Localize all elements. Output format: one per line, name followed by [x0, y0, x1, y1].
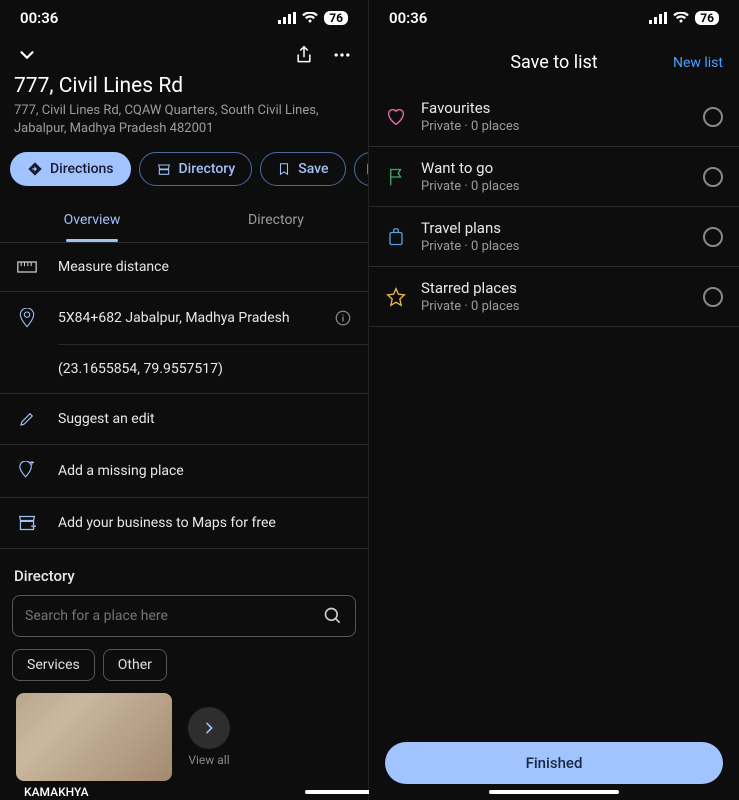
- pluscode-label: 5X84+682 Jabalpur, Madhya Pradesh: [58, 310, 290, 326]
- status-time: 00:36: [389, 9, 427, 27]
- action-chips: Directions Directory Save: [0, 148, 368, 198]
- signal-icon: [649, 12, 667, 24]
- save-to-list-panel: 00:36 76 Save to list New list Favourite…: [369, 0, 739, 800]
- bookmark-icon: [277, 161, 291, 177]
- directory-button[interactable]: Directory: [139, 152, 253, 186]
- add-business-row[interactable]: Add your business to Maps for free: [0, 498, 368, 549]
- list-name: Starred places: [421, 279, 689, 297]
- filter-services[interactable]: Services: [12, 649, 95, 681]
- next-thumb-button[interactable]: [188, 707, 230, 749]
- info-icon[interactable]: [334, 309, 352, 327]
- tabs: Overview Directory: [0, 198, 368, 243]
- suggest-edit-row[interactable]: Suggest an edit: [0, 394, 368, 445]
- flag-button[interactable]: [354, 152, 368, 186]
- home-indicator: [489, 790, 619, 794]
- status-icons: 76: [649, 11, 719, 25]
- filter-other[interactable]: Other: [103, 649, 167, 681]
- view-all-label: View all: [188, 753, 229, 767]
- flag-icon: [365, 161, 368, 177]
- save-list-travel-plans[interactable]: Travel plans Private · 0 places: [369, 207, 739, 267]
- save-list-starred[interactable]: Starred places Private · 0 places: [369, 267, 739, 327]
- measure-label: Measure distance: [58, 259, 169, 275]
- store-icon: [156, 161, 172, 177]
- add-missing-row[interactable]: Add a missing place: [0, 445, 368, 498]
- radio-button[interactable]: [703, 287, 723, 307]
- wifi-icon: [302, 12, 318, 24]
- coords-label: (23.1655854, 79.9557517): [58, 361, 223, 377]
- place-subtitle: 777, Civil Lines Rd, CQAW Quarters, Sout…: [14, 102, 354, 138]
- radio-button[interactable]: [703, 167, 723, 187]
- status-bar-left: 00:36 76: [0, 0, 368, 32]
- battery-level: 76: [695, 11, 719, 25]
- pin-icon: [16, 308, 38, 328]
- addbusiness-label: Add your business to Maps for free: [58, 515, 276, 531]
- ruler-icon: [16, 260, 38, 274]
- measure-distance-row[interactable]: Measure distance: [0, 243, 368, 292]
- list-meta: Private · 0 places: [421, 239, 689, 254]
- radio-button[interactable]: [703, 227, 723, 247]
- directory-thumb[interactable]: KAMAKHYA: [16, 693, 172, 781]
- battery-level: 76: [324, 11, 348, 25]
- add-pin-icon: [16, 461, 38, 481]
- status-bar-right: 00:36 76: [369, 0, 739, 32]
- pencil-icon: [16, 410, 38, 428]
- finished-button[interactable]: Finished: [385, 742, 723, 784]
- place-title: 777, Civil Lines Rd: [14, 74, 354, 98]
- signal-icon: [278, 12, 296, 24]
- directory-heading: Directory: [0, 549, 368, 595]
- status-icons: 76: [278, 11, 348, 25]
- list-name: Want to go: [421, 159, 689, 177]
- header-row: [0, 32, 368, 70]
- directions-button[interactable]: Directions: [10, 152, 131, 186]
- tab-overview[interactable]: Overview: [0, 198, 184, 242]
- place-title-block: 777, Civil Lines Rd 777, Civil Lines Rd,…: [0, 70, 368, 148]
- flag-icon: [385, 167, 407, 187]
- new-list-button[interactable]: New list: [673, 55, 723, 71]
- directions-icon: [27, 161, 43, 177]
- directory-label: Directory: [179, 161, 236, 177]
- thumb-label: KAMAKHYA: [24, 785, 89, 799]
- filter-chips: Services Other: [0, 637, 368, 693]
- search-icon[interactable]: [323, 606, 343, 626]
- heart-icon: [385, 108, 407, 126]
- radio-button[interactable]: [703, 107, 723, 127]
- store-add-icon: [16, 514, 38, 532]
- star-icon: [385, 287, 407, 307]
- suggest-label: Suggest an edit: [58, 411, 155, 427]
- list-meta: Private · 0 places: [421, 119, 689, 134]
- more-icon[interactable]: [332, 45, 352, 65]
- search-input[interactable]: [25, 608, 323, 624]
- wifi-icon: [673, 12, 689, 24]
- collapse-chevron-icon[interactable]: [16, 44, 38, 66]
- share-icon[interactable]: [294, 44, 314, 66]
- directory-search[interactable]: [12, 595, 356, 637]
- save-lists: Favourites Private · 0 places Want to go P…: [369, 87, 739, 327]
- addmissing-label: Add a missing place: [58, 463, 184, 479]
- save-label: Save: [298, 161, 328, 177]
- place-details-panel: 00:36 76 777, Civil Lines Rd 777, Civil …: [0, 0, 369, 800]
- suitcase-icon: [385, 227, 407, 247]
- list-name: Favourites: [421, 99, 689, 117]
- save-header: Save to list New list: [369, 32, 739, 87]
- coords-row[interactable]: (23.1655854, 79.9557517): [0, 345, 368, 394]
- list-name: Travel plans: [421, 219, 689, 237]
- save-list-favourites[interactable]: Favourites Private · 0 places: [369, 87, 739, 147]
- save-list-want-to-go[interactable]: Want to go Private · 0 places: [369, 147, 739, 207]
- directions-label: Directions: [50, 161, 114, 177]
- list-meta: Private · 0 places: [421, 299, 689, 314]
- list-meta: Private · 0 places: [421, 179, 689, 194]
- directory-thumbs: KAMAKHYA View all: [0, 693, 368, 781]
- save-title: Save to list: [510, 52, 597, 73]
- pluscode-row[interactable]: 5X84+682 Jabalpur, Madhya Pradesh: [0, 292, 368, 344]
- save-button[interactable]: Save: [260, 152, 345, 186]
- tab-directory[interactable]: Directory: [184, 198, 368, 242]
- status-time: 00:36: [20, 9, 58, 27]
